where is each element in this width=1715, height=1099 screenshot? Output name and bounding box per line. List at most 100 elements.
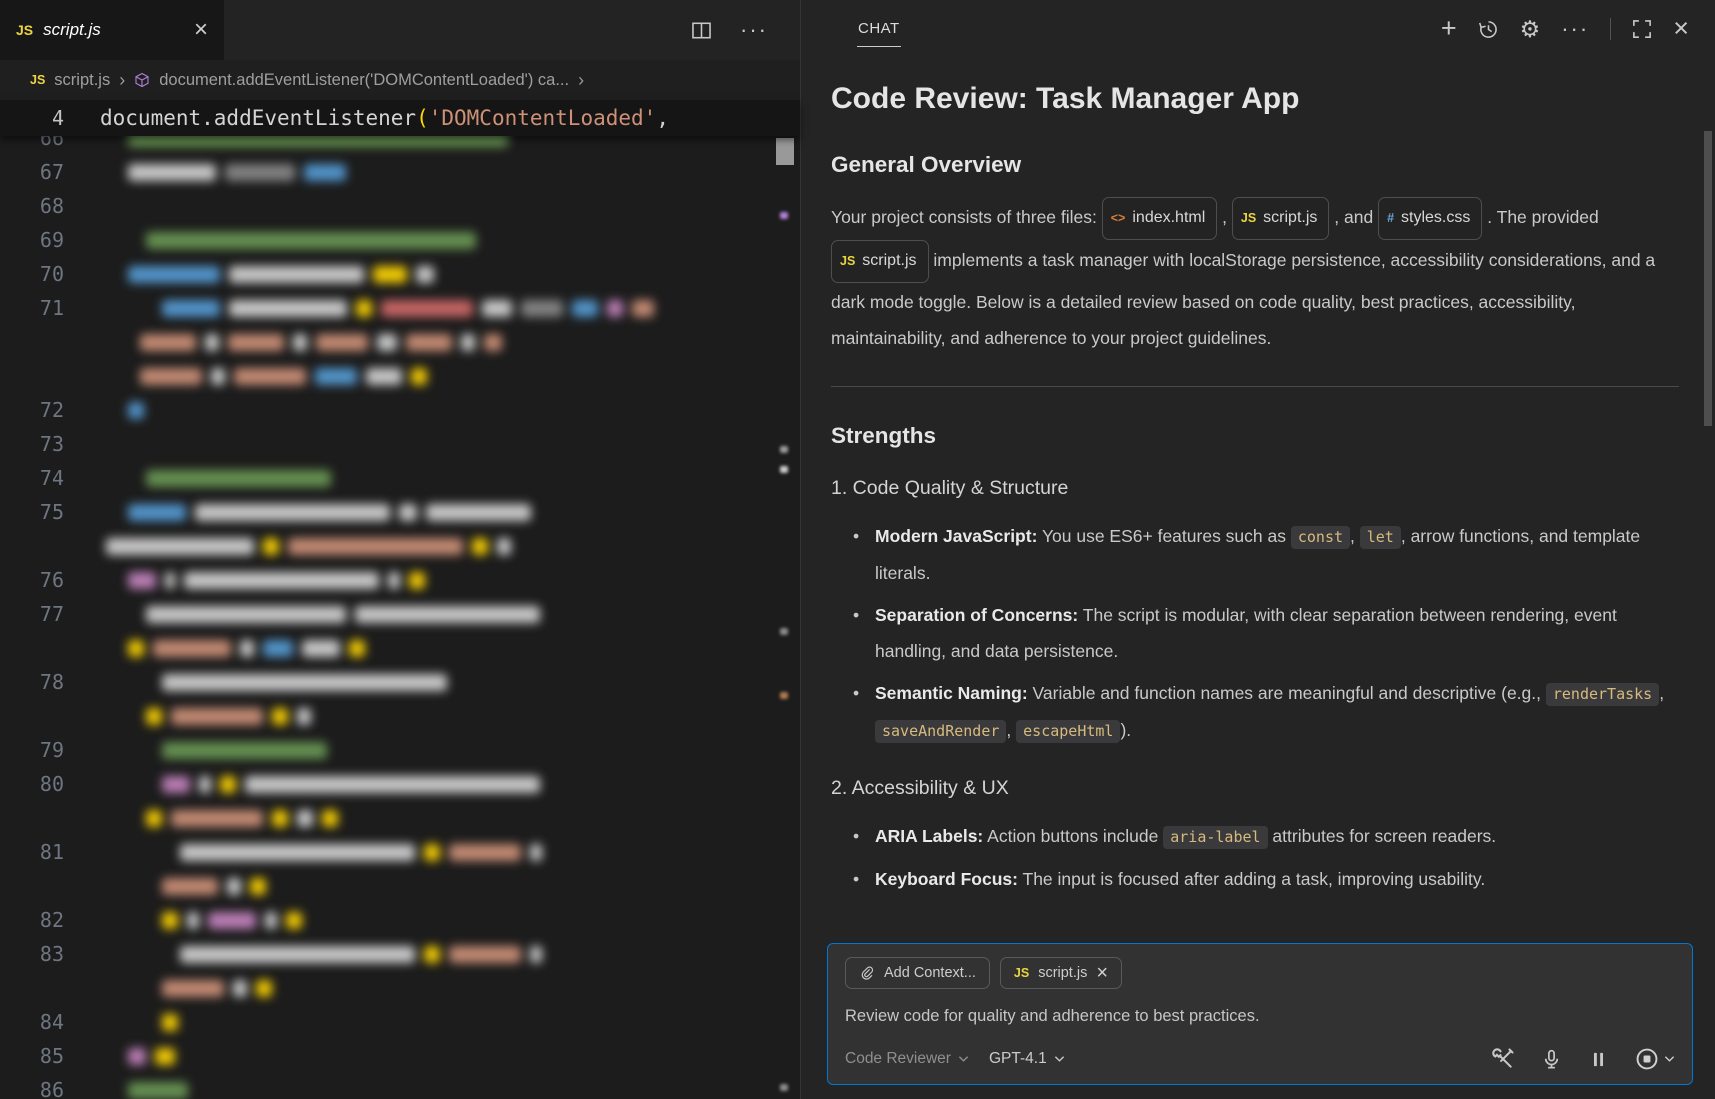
bold-text: Keyboard Focus: — [875, 869, 1018, 889]
mode-picker[interactable]: Code Reviewer — [845, 1050, 969, 1068]
tab-script-js[interactable]: JS script.js × — [0, 0, 224, 60]
line-number: 78 — [0, 670, 100, 694]
code-line: 82 — [0, 903, 770, 937]
chat-input-box[interactable]: Add Context... JS script.js × Review cod… — [827, 943, 1693, 1085]
chat-header-actions: + ⚙ ··· × — [1441, 18, 1689, 41]
chat-scrollbar-thumb[interactable] — [1704, 131, 1712, 426]
code-blur-segment — [229, 300, 347, 317]
html-file-icon: <> — [1111, 200, 1126, 236]
bullet-list: Modern JavaScript: You use ES6+ features… — [831, 518, 1679, 749]
code-line: 81 — [0, 835, 770, 869]
overview-ruler-mark — [780, 1084, 788, 1091]
gear-icon[interactable]: ⚙ — [1520, 18, 1541, 41]
code-line: 69 — [0, 223, 770, 257]
code-blur-segment — [180, 946, 415, 963]
code-blur-segment — [263, 538, 279, 555]
code-blur-segments — [128, 136, 508, 147]
code-line: 85 — [0, 1039, 770, 1073]
microphone-icon[interactable] — [1541, 1049, 1562, 1070]
code-blur-segment — [356, 300, 372, 317]
code-blur-segment — [199, 776, 211, 793]
code-blur-segment — [297, 708, 311, 725]
file-chip[interactable]: JSscript.js — [1232, 197, 1330, 240]
code-blur-segment — [162, 776, 190, 793]
code-line: 80 — [0, 767, 770, 801]
code-blur-segments — [128, 572, 425, 589]
chat-prompt-input[interactable]: Review code for quality and adherence to… — [845, 1007, 1675, 1026]
code-blur-segment — [409, 572, 425, 589]
code-blur-segments — [106, 538, 511, 555]
code-blur-segment — [632, 300, 654, 317]
code-blur-segment — [146, 232, 476, 249]
text-run: attributes for screen readers. — [1268, 826, 1497, 846]
text-run: You use ES6+ features such as — [1037, 526, 1290, 546]
code-blur-segment — [162, 742, 327, 759]
subsection-heading: 1. Code Quality & Structure — [831, 477, 1679, 500]
code-blur-segments — [128, 266, 434, 283]
new-chat-icon[interactable]: + — [1441, 18, 1457, 40]
paperclip-icon — [859, 965, 875, 981]
model-picker[interactable]: GPT-4.1 — [989, 1050, 1065, 1068]
code-line: 77 — [0, 597, 770, 631]
breadcrumb-symbol[interactable]: document.addEventListener('DOMContentLoa… — [159, 71, 569, 90]
file-chip[interactable]: JSscript.js — [831, 240, 929, 283]
breadcrumb-file[interactable]: script.js — [54, 71, 110, 90]
close-panel-icon[interactable]: × — [1673, 18, 1689, 40]
add-context-button[interactable]: Add Context... — [845, 957, 990, 989]
code-blur-segment — [162, 300, 220, 317]
chevron-down-icon — [958, 1055, 969, 1063]
tab-close-icon[interactable]: × — [194, 18, 208, 42]
file-chip[interactable]: <>index.html — [1102, 197, 1218, 240]
code-blur-segment — [225, 164, 295, 181]
bullet-item: Modern JavaScript: You use ES6+ features… — [875, 518, 1679, 591]
bullet-item: ARIA Labels: Action buttons include aria… — [875, 818, 1679, 855]
chat-message-body: Code Review: Task Manager AppGeneral Ove… — [801, 58, 1715, 937]
code-blur-segment — [484, 334, 502, 351]
text-run: , and — [1329, 207, 1378, 227]
history-icon[interactable] — [1478, 19, 1499, 40]
code-blur-segment — [184, 572, 379, 589]
line-number: 72 — [0, 398, 100, 422]
editor-scrollbar-thumb[interactable] — [776, 138, 794, 165]
tab-chat[interactable]: CHAT — [857, 12, 901, 47]
code-blur-segment — [272, 708, 288, 725]
code-blur-segment — [377, 334, 397, 351]
code-line: 71 — [0, 291, 770, 325]
code-blur-segment — [162, 674, 447, 691]
text-run: , — [1006, 720, 1016, 740]
sticky-scroll-line[interactable]: 4 document.addEventListener('DOMContentL… — [0, 100, 800, 136]
code-blur-segment — [388, 572, 400, 589]
pause-icon[interactable] — [1589, 1050, 1608, 1069]
file-chip-label: script.js — [1263, 200, 1317, 236]
sticky-code-segment: ( — [416, 106, 429, 130]
code-blur-segment — [521, 300, 563, 317]
attached-file-chip[interactable]: JS script.js × — [1000, 957, 1122, 989]
remove-attachment-icon[interactable]: × — [1096, 963, 1108, 983]
text-run: Action buttons include — [983, 826, 1163, 846]
code-line — [0, 699, 770, 733]
maximize-panel-icon[interactable] — [1632, 19, 1652, 39]
code-blur-segment — [128, 164, 216, 181]
stop-record-button[interactable] — [1635, 1047, 1675, 1071]
file-chip[interactable]: #styles.css — [1378, 197, 1482, 240]
chat-more-actions-icon[interactable]: ··· — [1561, 22, 1589, 35]
code-blur-segment — [162, 878, 218, 895]
text-run: Your project consists of three files: — [831, 207, 1102, 227]
code-editor-area[interactable]: 6667686970717273747576777879808182838485… — [0, 136, 800, 1099]
code-blur-segments — [146, 470, 331, 487]
code-blur-segments — [128, 1048, 175, 1065]
code-line — [0, 869, 770, 903]
split-editor-icon[interactable] — [691, 20, 712, 41]
add-context-label: Add Context... — [884, 965, 976, 981]
code-blur-segments — [146, 232, 476, 249]
tools-icon[interactable] — [1492, 1048, 1514, 1070]
input-action-icons — [1492, 1047, 1675, 1071]
code-blur-segment — [316, 334, 368, 351]
editor-more-actions-icon[interactable]: ··· — [740, 23, 768, 36]
text-run: implements a task manager with localStor… — [831, 250, 1655, 348]
tab-title: script.js — [43, 20, 101, 40]
code-blur-segment — [607, 300, 623, 317]
section-heading: Strengths — [831, 423, 1679, 449]
code-blur-segment — [355, 606, 540, 623]
code-blur-segment — [411, 368, 427, 385]
